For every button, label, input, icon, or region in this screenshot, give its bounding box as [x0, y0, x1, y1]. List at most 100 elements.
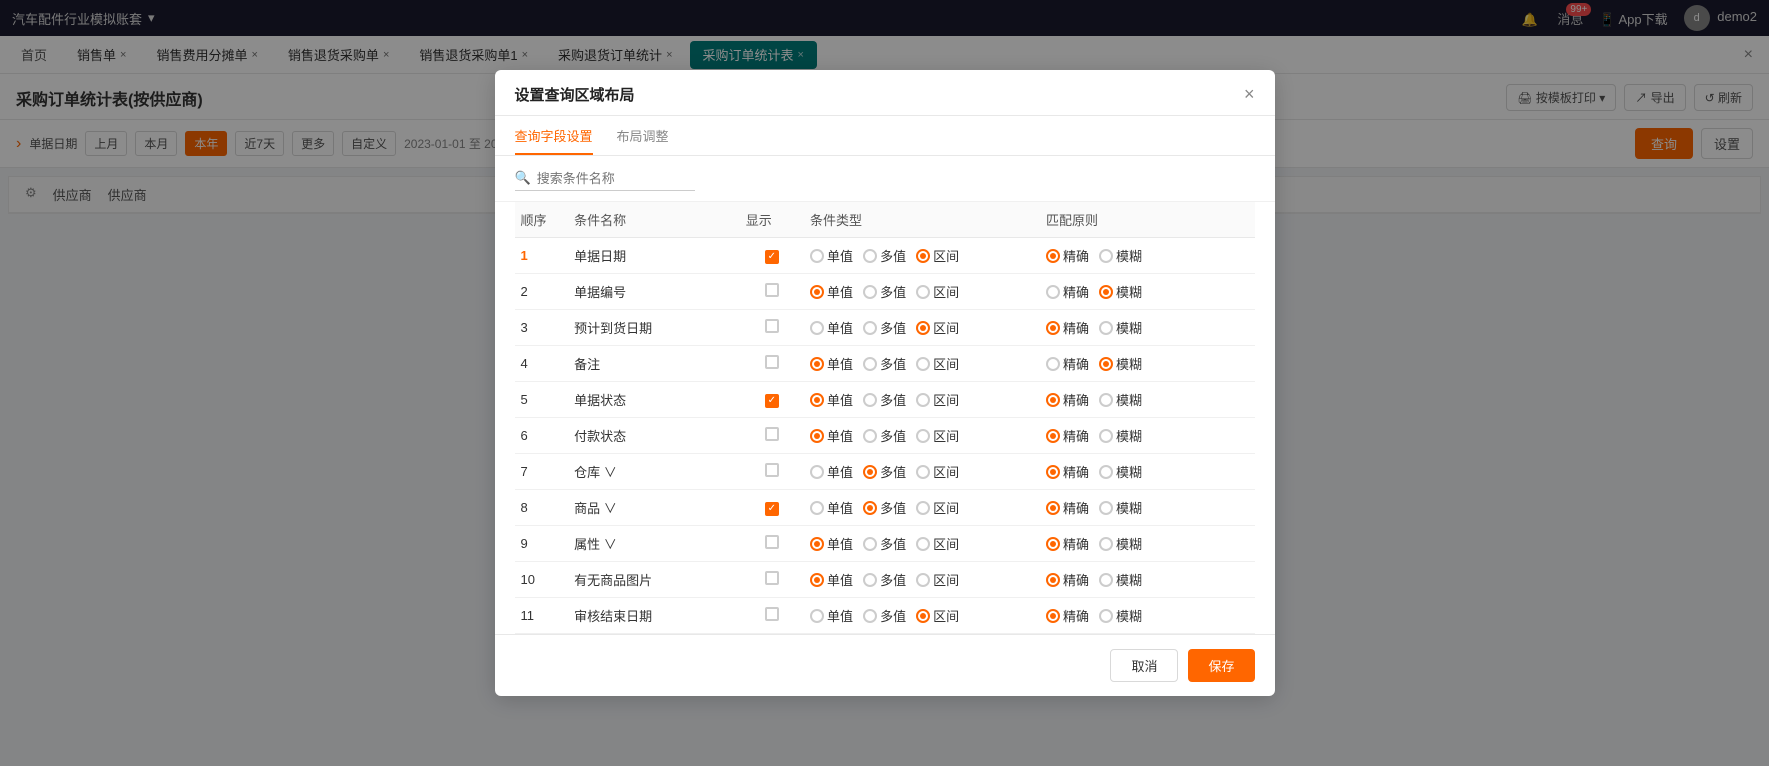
radio-circle-icon: [1099, 357, 1113, 371]
search-box: 🔍: [515, 166, 695, 191]
checkbox[interactable]: [765, 319, 779, 333]
radio-type-多值[interactable]: 多值: [863, 282, 906, 301]
radio-rule-精确[interactable]: 精确: [1046, 390, 1089, 409]
radio-rule-精确[interactable]: 精确: [1046, 426, 1089, 445]
radio-rule-精确[interactable]: 精确: [1046, 534, 1089, 553]
radio-rule-模糊[interactable]: 模糊: [1099, 282, 1142, 301]
radio-rule-模糊[interactable]: 模糊: [1099, 534, 1142, 553]
checkbox[interactable]: [765, 502, 779, 516]
radio-type-单值[interactable]: 单值: [810, 606, 853, 625]
radio-type-多值[interactable]: 多值: [863, 318, 906, 337]
radio-type-多值[interactable]: 多值: [863, 462, 906, 481]
row-type-options: 单值多值区间: [804, 526, 1040, 562]
radio-circle-icon: [916, 321, 930, 335]
radio-type-单值[interactable]: 单值: [810, 354, 853, 373]
radio-type-多值[interactable]: 多值: [863, 390, 906, 409]
checkbox[interactable]: [765, 394, 779, 408]
cancel-button[interactable]: 取消: [1110, 649, 1178, 682]
radio-type-多值[interactable]: 多值: [863, 570, 906, 589]
checkbox[interactable]: [765, 571, 779, 585]
row-show-checkbox[interactable]: [740, 310, 804, 346]
row-show-checkbox[interactable]: [740, 418, 804, 454]
radio-type-区间[interactable]: 区间: [916, 354, 959, 373]
radio-type-区间[interactable]: 区间: [916, 246, 959, 265]
modal-footer: 取消 保存: [495, 634, 1275, 696]
radio-type-单值[interactable]: 单值: [810, 318, 853, 337]
radio-rule-精确[interactable]: 精确: [1046, 606, 1089, 625]
radio-rule-精确[interactable]: 精确: [1046, 462, 1089, 481]
radio-circle-icon: [1046, 501, 1060, 515]
row-show-checkbox[interactable]: [740, 562, 804, 598]
radio-rule-模糊[interactable]: 模糊: [1099, 246, 1142, 265]
radio-type-多值[interactable]: 多值: [863, 606, 906, 625]
radio-rule-模糊[interactable]: 模糊: [1099, 606, 1142, 625]
search-input[interactable]: [537, 171, 677, 186]
radio-type-区间[interactable]: 区间: [916, 282, 959, 301]
row-rule-options: 精确模糊: [1040, 562, 1255, 598]
row-show-checkbox[interactable]: [740, 346, 804, 382]
radio-type-区间[interactable]: 区间: [916, 462, 959, 481]
radio-rule-精确[interactable]: 精确: [1046, 318, 1089, 337]
save-button[interactable]: 保存: [1188, 649, 1254, 682]
radio-type-单值[interactable]: 单值: [810, 570, 853, 589]
row-show-checkbox[interactable]: [740, 490, 804, 526]
radio-type-多值[interactable]: 多值: [863, 534, 906, 553]
radio-type-多值[interactable]: 多值: [863, 426, 906, 445]
radio-type-单值[interactable]: 单值: [810, 462, 853, 481]
row-rule-options: 精确模糊: [1040, 526, 1255, 562]
radio-type-多值[interactable]: 多值: [863, 498, 906, 517]
row-type-options: 单值多值区间: [804, 418, 1040, 454]
modal-close-button[interactable]: ×: [1244, 84, 1255, 105]
row-show-checkbox[interactable]: [740, 526, 804, 562]
radio-type-区间[interactable]: 区间: [916, 498, 959, 517]
row-show-checkbox[interactable]: [740, 274, 804, 310]
radio-circle-icon: [1046, 285, 1060, 299]
checkbox[interactable]: [765, 283, 779, 297]
radio-type-区间[interactable]: 区间: [916, 318, 959, 337]
checkbox[interactable]: [765, 463, 779, 477]
radio-rule-精确[interactable]: 精确: [1046, 498, 1089, 517]
radio-type-单值[interactable]: 单值: [810, 534, 853, 553]
radio-rule-模糊[interactable]: 模糊: [1099, 426, 1142, 445]
radio-rule-模糊[interactable]: 模糊: [1099, 390, 1142, 409]
modal-tab-layout[interactable]: 布局调整: [617, 116, 669, 155]
radio-rule-模糊[interactable]: 模糊: [1099, 462, 1142, 481]
radio-rule-模糊[interactable]: 模糊: [1099, 498, 1142, 517]
radio-type-多值[interactable]: 多值: [863, 246, 906, 265]
checkbox[interactable]: [765, 607, 779, 621]
radio-rule-精确[interactable]: 精确: [1046, 282, 1089, 301]
row-name: 审核结束日期: [568, 598, 740, 634]
radio-type-多值[interactable]: 多值: [863, 354, 906, 373]
radio-type-单值[interactable]: 单值: [810, 282, 853, 301]
modal-tab-query-settings[interactable]: 查询字段设置: [515, 116, 593, 155]
radio-type-区间[interactable]: 区间: [916, 606, 959, 625]
row-name: 属性 ∨: [568, 526, 740, 562]
checkbox[interactable]: [765, 427, 779, 441]
checkbox[interactable]: [765, 355, 779, 369]
radio-type-单值[interactable]: 单值: [810, 426, 853, 445]
radio-circle-icon: [1099, 465, 1113, 479]
row-show-checkbox[interactable]: [740, 382, 804, 418]
checkbox[interactable]: [765, 250, 779, 264]
row-show-checkbox[interactable]: [740, 598, 804, 634]
th-order: 顺序: [515, 202, 569, 238]
radio-rule-精确[interactable]: 精确: [1046, 246, 1089, 265]
radio-type-单值[interactable]: 单值: [810, 390, 853, 409]
radio-type-区间[interactable]: 区间: [916, 534, 959, 553]
row-show-checkbox[interactable]: [740, 454, 804, 490]
radio-type-单值[interactable]: 单值: [810, 498, 853, 517]
radio-rule-精确[interactable]: 精确: [1046, 354, 1089, 373]
radio-rule-模糊[interactable]: 模糊: [1099, 570, 1142, 589]
radio-rule-精确[interactable]: 精确: [1046, 570, 1089, 589]
radio-rule-模糊[interactable]: 模糊: [1099, 318, 1142, 337]
radio-type-区间[interactable]: 区间: [916, 570, 959, 589]
checkbox[interactable]: [765, 535, 779, 549]
radio-rule-模糊[interactable]: 模糊: [1099, 354, 1142, 373]
table-row: 6付款状态单值多值区间精确模糊: [515, 418, 1255, 454]
row-show-checkbox[interactable]: [740, 238, 804, 274]
radio-type-区间[interactable]: 区间: [916, 390, 959, 409]
radio-type-区间[interactable]: 区间: [916, 426, 959, 445]
row-rule-options: 精确模糊: [1040, 382, 1255, 418]
radio-type-单值[interactable]: 单值: [810, 246, 853, 265]
th-show: 显示: [740, 202, 804, 238]
